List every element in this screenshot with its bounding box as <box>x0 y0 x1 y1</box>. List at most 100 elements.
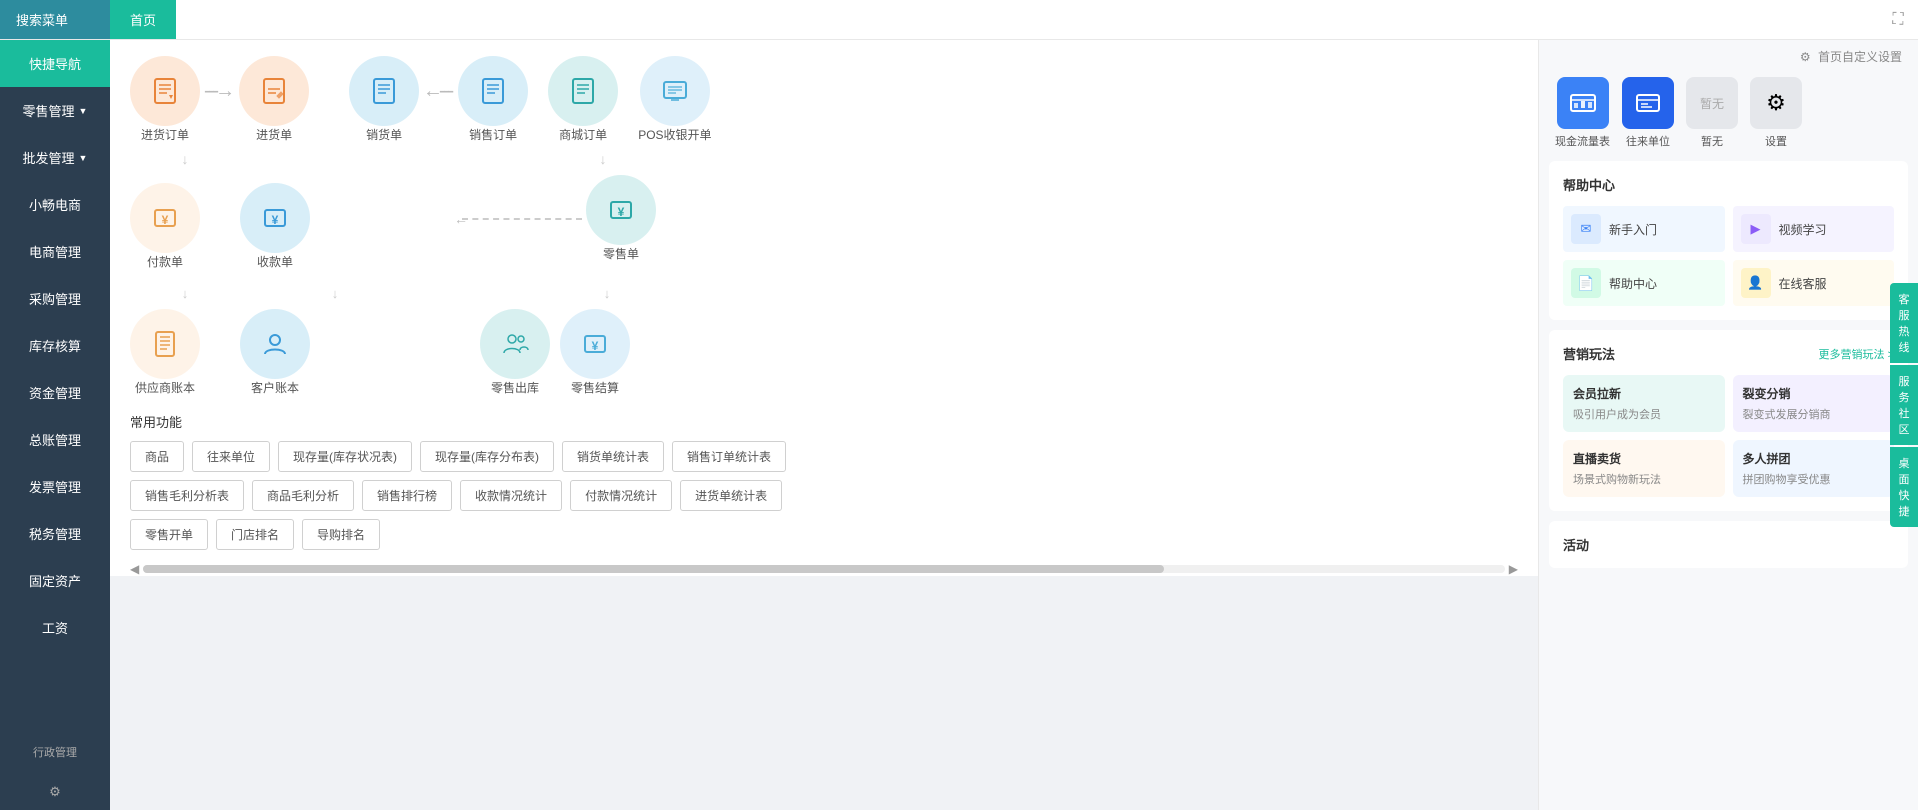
home-customize-btn[interactable]: ⚙ 首页自定义设置 <box>1539 40 1918 73</box>
tab-home[interactable]: 首页 <box>110 0 176 39</box>
receipt-icon: ¥ <box>240 183 310 253</box>
func-btn-receipt-stat[interactable]: 收款情况统计 <box>460 480 562 511</box>
help-item-service[interactable]: 👤 在线客服 <box>1733 260 1895 306</box>
activity-section: 活动 <box>1549 521 1908 568</box>
flow-node-retail-settle[interactable]: ¥ 零售结算 <box>560 309 630 396</box>
sidebar-item-quick-nav[interactable]: 快捷导航 <box>0 40 110 87</box>
newbie-icon: ✉ <box>1571 214 1601 244</box>
cashflow-label: 现金流量表 <box>1555 133 1610 149</box>
sidebar-item-payroll[interactable]: 工资 <box>0 604 110 651</box>
flow-node-retail-slip[interactable]: ¥ 零售单 <box>586 175 656 262</box>
help-item-newbie[interactable]: ✉ 新手入门 <box>1563 206 1725 252</box>
flow-node-sales-slip[interactable]: 销货单 <box>349 56 419 143</box>
sidebar-item-ecom[interactable]: 电商管理 <box>0 228 110 275</box>
quick-icon-partners[interactable]: 往来单位 <box>1622 77 1674 149</box>
sales-slip-label: 销货单 <box>366 126 402 143</box>
sidebar-settings[interactable]: ⚙ <box>0 774 110 810</box>
flow-node-pos[interactable]: POS收银开单 <box>638 56 711 143</box>
sidebar-item-wholesale[interactable]: 批发管理 ▼ <box>0 134 110 181</box>
activity-title: 活动 <box>1563 535 1894 554</box>
sidebar-item-tax[interactable]: 税务管理 <box>0 510 110 557</box>
none-icon: 暂无 <box>1686 77 1738 129</box>
sidebar-item-inventory[interactable]: 库存核算 <box>0 322 110 369</box>
func-btn-goods[interactable]: 商品 <box>130 441 184 472</box>
sidebar-item-label: 快捷导航 <box>29 54 81 73</box>
sidebar-item-hidden[interactable]: 行政管理 <box>0 730 110 774</box>
quick-icon-settings[interactable]: ⚙ 设置 <box>1750 77 1802 149</box>
marketing-item-fission[interactable]: 裂变分销 裂变式发展分销商 <box>1733 375 1895 432</box>
sidebar-item-ledger[interactable]: 总账管理 <box>0 416 110 463</box>
help-item-help[interactable]: 📄 帮助中心 <box>1563 260 1725 306</box>
marketing-item-live[interactable]: 直播卖货 场景式购物新玩法 <box>1563 440 1725 497</box>
func-btn-partners[interactable]: 往来单位 <box>192 441 270 472</box>
scroll-track[interactable] <box>143 565 1505 573</box>
flow-node-mall-order[interactable]: 商城订单 <box>548 56 618 143</box>
func-btn-guide-rank[interactable]: 导购排名 <box>302 519 380 550</box>
float-btn-service[interactable]: 客服热线 <box>1890 283 1918 363</box>
flow-node-purchase-order[interactable]: 进货订单 <box>130 56 200 143</box>
group-title: 多人拼团 <box>1743 450 1885 467</box>
none-label-bottom: 暂无 <box>1701 133 1723 149</box>
float-btn-community[interactable]: 服务社区 <box>1890 365 1918 445</box>
sidebar-item-purchase[interactable]: 采购管理 <box>0 275 110 322</box>
retail-settle-label: 零售结算 <box>571 379 619 396</box>
help-center-title: 帮助中心 <box>1563 175 1894 194</box>
sidebar-item-retail[interactable]: 零售管理 ▼ <box>0 87 110 134</box>
purchase-slip-label: 进货单 <box>256 126 292 143</box>
flow-node-retail-outbound[interactable]: 零售出库 <box>480 309 550 396</box>
func-btn-sales-order-stat[interactable]: 销售订单统计表 <box>672 441 786 472</box>
marketing-item-member[interactable]: 会员拉新 吸引用户成为会员 <box>1563 375 1725 432</box>
float-btn-desktop[interactable]: 桌面快捷 <box>1890 447 1918 527</box>
quick-icon-cashflow[interactable]: 现金流量表 <box>1555 77 1610 149</box>
func-btn-goods-margin[interactable]: 商品毛利分析 <box>252 480 354 511</box>
marketing-more-btn[interactable]: 更多营销玩法 > <box>1819 346 1894 362</box>
scroll-left-arrow[interactable]: ◀ <box>130 562 139 576</box>
main-layout: 快捷导航 零售管理 ▼ 批发管理 ▼ 小畅电商 电商管理 采购管理 库存核算 资… <box>0 40 1918 810</box>
service-label: 在线客服 <box>1779 275 1827 292</box>
flow-node-purchase-slip[interactable]: 进货单 <box>239 56 309 143</box>
marketing-item-group[interactable]: 多人拼团 拼团购物享受优惠 <box>1733 440 1895 497</box>
sales-slip-icon <box>349 56 419 126</box>
func-btn-sales-stat[interactable]: 销货单统计表 <box>562 441 664 472</box>
top-bar: 搜索菜单 首页 ⛶ <box>0 0 1918 40</box>
sidebar-item-xiaochangecom[interactable]: 小畅电商 <box>0 181 110 228</box>
payment-label: 付款单 <box>147 253 183 270</box>
function-buttons-row3: 零售开单 门店排名 导购排名 <box>130 519 1518 550</box>
func-btn-retail-order[interactable]: 零售开单 <box>130 519 208 550</box>
sidebar-item-invoice[interactable]: 发票管理 <box>0 463 110 510</box>
quick-icon-none[interactable]: 暂无 暂无 <box>1686 77 1738 149</box>
flow-node-payment[interactable]: ¥ 付款单 <box>130 183 200 270</box>
flow-node-supplier-account[interactable]: 供应商账本 <box>130 309 200 396</box>
func-btn-sales-margin[interactable]: 销售毛利分析表 <box>130 480 244 511</box>
group-desc: 拼团购物享受优惠 <box>1743 471 1885 487</box>
func-btn-sales-rank[interactable]: 销售排行榜 <box>362 480 452 511</box>
sidebar-item-finance[interactable]: 资金管理 <box>0 369 110 416</box>
flow-node-customer-account[interactable]: 客户账本 <box>240 309 310 396</box>
sidebar-item-fixed-assets[interactable]: 固定资产 <box>0 557 110 604</box>
sidebar-item-label: 工资 <box>42 618 68 637</box>
fullscreen-icon[interactable]: ⛶ <box>1888 10 1908 30</box>
func-btn-inventory-dist[interactable]: 现存量(库存分布表) <box>420 441 554 472</box>
scroll-right-arrow[interactable]: ▶ <box>1509 562 1518 576</box>
none-label: 暂无 <box>1700 95 1724 112</box>
expand-icon: ▼ <box>79 106 88 116</box>
func-btn-inventory-status[interactable]: 现存量(库存状况表) <box>278 441 412 472</box>
search-menu[interactable]: 搜索菜单 <box>0 0 110 39</box>
flow-node-sales-order[interactable]: 销售订单 <box>458 56 528 143</box>
func-btn-store-rank[interactable]: 门店排名 <box>216 519 294 550</box>
pos-icon <box>640 56 710 126</box>
search-label: 搜索菜单 <box>16 10 68 29</box>
func-btn-payment-stat[interactable]: 付款情况统计 <box>570 480 672 511</box>
help-item-video[interactable]: ▶ 视频学习 <box>1733 206 1895 252</box>
arrow-left-1: - - - <box>443 80 454 103</box>
right-panel: ⚙ 首页自定义设置 现金流量表 <box>1538 40 1918 810</box>
purchase-order-icon <box>130 56 200 126</box>
help-icon: 📄 <box>1571 268 1601 298</box>
svg-text:¥: ¥ <box>618 205 625 219</box>
payment-icon: ¥ <box>130 183 200 253</box>
fission-title: 裂变分销 <box>1743 385 1885 402</box>
flow-node-receipt[interactable]: ¥ 收款单 <box>240 183 310 270</box>
func-btn-purchase-stat[interactable]: 进货单统计表 <box>680 480 782 511</box>
content-area: 进货订单 - - - → <box>110 40 1918 810</box>
svg-text:¥: ¥ <box>592 339 599 353</box>
